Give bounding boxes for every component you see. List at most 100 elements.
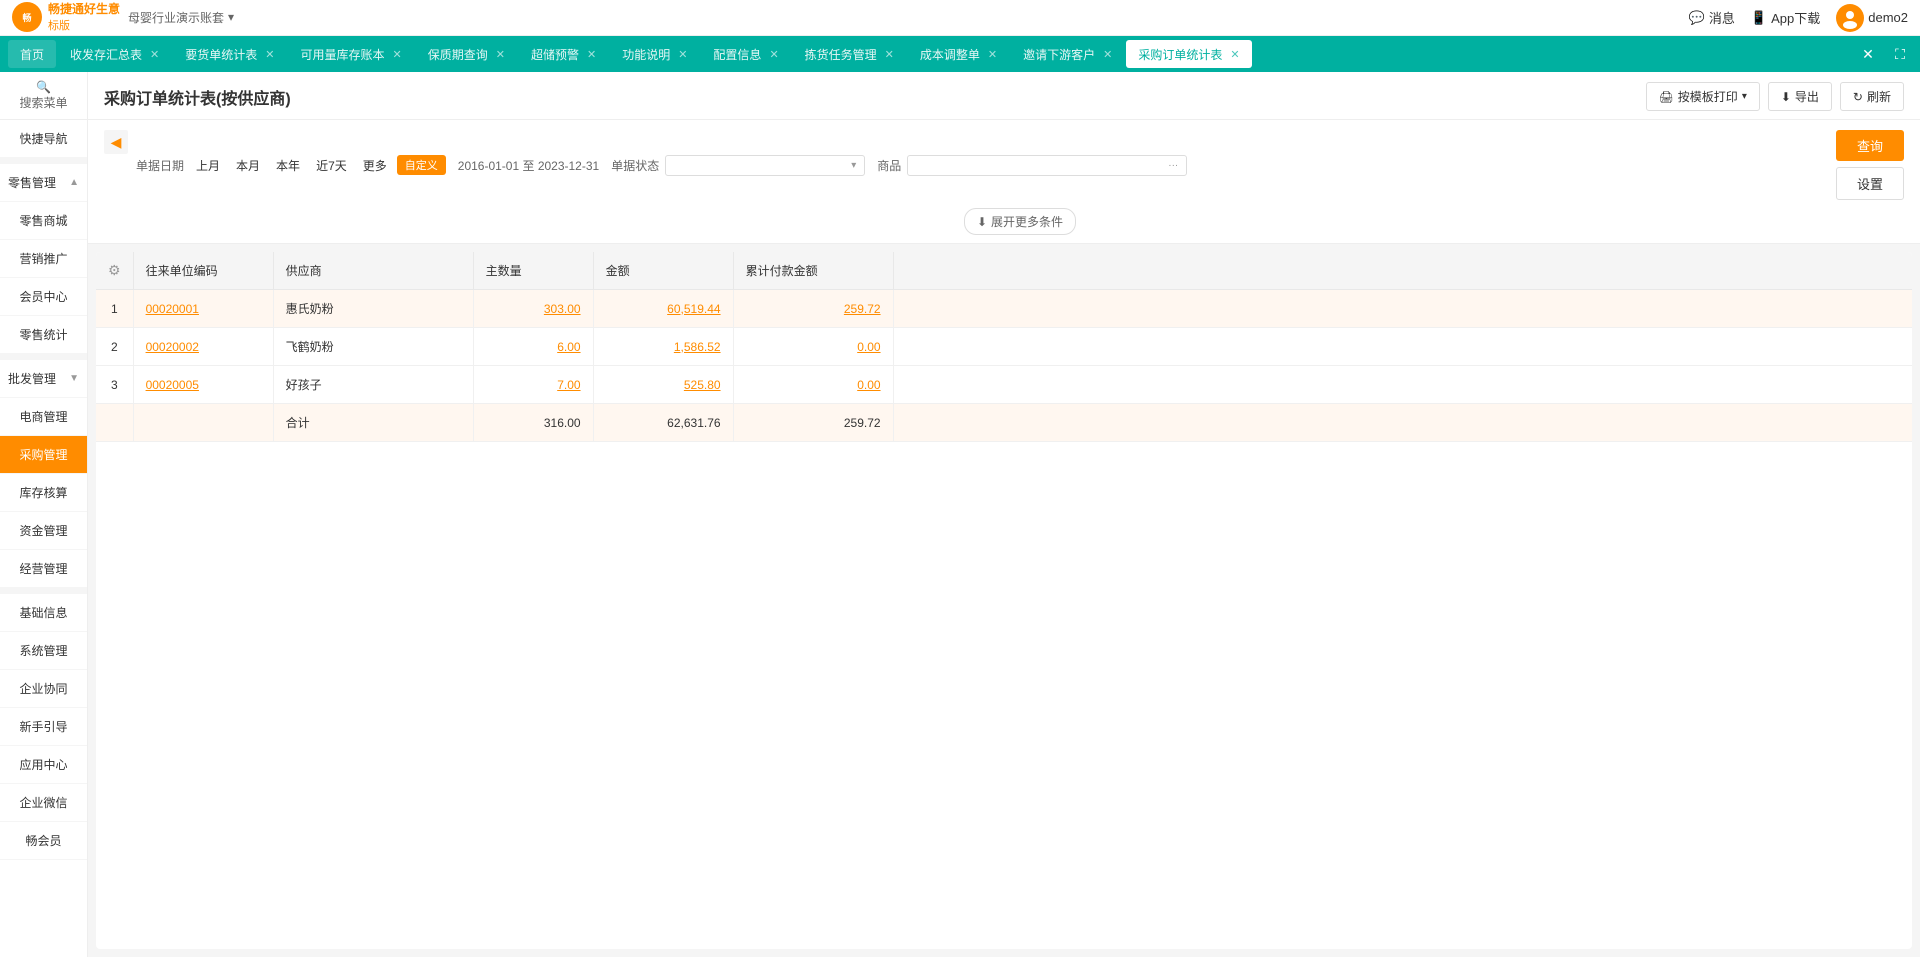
close-icon[interactable]: ✕ bbox=[885, 48, 894, 61]
paid-link[interactable]: 259.72 bbox=[844, 302, 881, 316]
tab-chaoyubaojing[interactable]: 超储预警 ✕ bbox=[519, 40, 608, 68]
close-icon[interactable]: ✕ bbox=[393, 48, 402, 61]
close-icon[interactable]: ✕ bbox=[769, 48, 778, 61]
workspace-select[interactable]: 母婴行业演示账套 ▾ bbox=[128, 9, 234, 26]
row-code: 00020001 bbox=[133, 290, 273, 328]
main-layout: 🔍 搜索菜单 快捷导航 零售管理 ▲ 零售商城 营销推广 会员中心 零售统计 批… bbox=[0, 72, 1920, 957]
export-button[interactable]: ⬇ 导出 bbox=[1768, 82, 1832, 111]
close-icon[interactable]: ✕ bbox=[988, 48, 997, 61]
sidebar-item-finance[interactable]: 资金管理 bbox=[0, 512, 87, 550]
expand-window-button[interactable]: ⛶ bbox=[1888, 42, 1912, 66]
code-link[interactable]: 00020002 bbox=[146, 340, 199, 354]
sidebar-item-retail-mgmt[interactable]: 零售管理 ▲ bbox=[0, 164, 87, 202]
tab-gongneng[interactable]: 功能说明 ✕ bbox=[610, 40, 699, 68]
tab-jianhuorenwu[interactable]: 拣货任务管理 ✕ bbox=[793, 40, 906, 68]
sidebar-item-retail-stats[interactable]: 零售统计 bbox=[0, 316, 87, 354]
close-icon[interactable]: ✕ bbox=[1103, 48, 1112, 61]
this-year-button[interactable]: 本年 bbox=[270, 155, 306, 176]
sidebar-item-label: 采购管理 bbox=[19, 446, 67, 463]
table-settings-icon[interactable]: ⚙ bbox=[108, 262, 121, 278]
amount-link[interactable]: 1,586.52 bbox=[674, 340, 721, 354]
code-link[interactable]: 00020005 bbox=[146, 378, 199, 392]
message-button[interactable]: 💬 消息 bbox=[1689, 8, 1735, 27]
footer-paid: 259.72 bbox=[733, 404, 893, 442]
filter-row-1: 单据日期 上月 本月 本年 近7天 更多 自定义 bbox=[136, 130, 1904, 200]
workspace-arrow-icon: ▾ bbox=[228, 10, 234, 24]
svg-text:畅: 畅 bbox=[22, 12, 31, 23]
close-icon[interactable]: ✕ bbox=[265, 48, 274, 61]
custom-date-badge[interactable]: 自定义 bbox=[397, 155, 446, 175]
tab-keyongliang[interactable]: 可用量库存账本 ✕ bbox=[288, 40, 413, 68]
tab-home[interactable]: 首页 bbox=[8, 40, 56, 68]
filter-fields: 单据日期 上月 本月 本年 近7天 更多 自定义 bbox=[136, 130, 1904, 235]
refresh-button[interactable]: ↻ 刷新 bbox=[1840, 82, 1904, 111]
qty-link[interactable]: 6.00 bbox=[557, 340, 580, 354]
sidebar-item-wechat[interactable]: 企业微信 bbox=[0, 784, 87, 822]
export-icon: ⬇ bbox=[1781, 90, 1791, 104]
footer-empty2 bbox=[133, 404, 273, 442]
nav-right-btns: ✕ ⛶ bbox=[1856, 42, 1912, 66]
sidebar-item-inventory[interactable]: 库存核算 bbox=[0, 474, 87, 512]
sidebar-item-newbie[interactable]: 新手引导 bbox=[0, 708, 87, 746]
sidebar-search[interactable]: 🔍 搜索菜单 bbox=[0, 72, 87, 120]
app-download-button[interactable]: 📱 App下载 bbox=[1751, 8, 1820, 27]
paid-link[interactable]: 0.00 bbox=[857, 378, 880, 392]
tab-yaoqing[interactable]: 邀请下游客户 ✕ bbox=[1011, 40, 1124, 68]
amount-link[interactable]: 525.80 bbox=[684, 378, 721, 392]
sidebar-item-marketing[interactable]: 营销推广 bbox=[0, 240, 87, 278]
table-row: 3 00020005 好孩子 7.00 525.80 bbox=[96, 366, 1912, 404]
close-icon[interactable]: ✕ bbox=[496, 48, 505, 61]
settings-button[interactable]: 设置 bbox=[1836, 167, 1904, 200]
tab-shoufacun[interactable]: 收发存汇总表 ✕ bbox=[58, 40, 171, 68]
tab-baozhi[interactable]: 保质期查询 ✕ bbox=[416, 40, 517, 68]
sidebar-item-vip[interactable]: 畅会员 bbox=[0, 822, 87, 860]
close-icon[interactable]: ✕ bbox=[150, 48, 159, 61]
amount-link[interactable]: 60,519.44 bbox=[667, 302, 720, 316]
table-footer: 合计 316.00 62,631.76 259.72 bbox=[96, 404, 1912, 442]
sidebar-item-wholesale[interactable]: 批发管理 ▼ bbox=[0, 360, 87, 398]
code-link[interactable]: 00020001 bbox=[146, 302, 199, 316]
content-area: 采购订单统计表(按供应商) 🖨 按模板打印 ▾ ⬇ 导出 ↻ 刷新 bbox=[88, 72, 1920, 957]
sidebar-item-system[interactable]: 系统管理 bbox=[0, 632, 87, 670]
last-7days-button[interactable]: 近7天 bbox=[310, 155, 353, 176]
tab-label: 要货单统计表 bbox=[185, 46, 257, 63]
sidebar-item-member[interactable]: 会员中心 bbox=[0, 278, 87, 316]
row-amount: 525.80 bbox=[593, 366, 733, 404]
top-bar-left: 畅 畅捷通好生意 标版 母婴行业演示账套 ▾ bbox=[12, 2, 234, 32]
sidebar-item-purchase[interactable]: 采购管理 bbox=[0, 436, 87, 474]
sidebar-item-retail-shop[interactable]: 零售商城 bbox=[0, 202, 87, 240]
footer-label: 合计 bbox=[273, 404, 473, 442]
sidebar-item-operations[interactable]: 经营管理 bbox=[0, 550, 87, 588]
status-select[interactable]: ▾ bbox=[665, 155, 865, 176]
expand-more-button[interactable]: ⬇ 展开更多条件 bbox=[964, 208, 1076, 235]
user-menu[interactable]: demo2 bbox=[1836, 4, 1908, 32]
tab-peizhi[interactable]: 配置信息 ✕ bbox=[701, 40, 790, 68]
goods-input[interactable]: ··· bbox=[907, 155, 1187, 176]
qty-link[interactable]: 303.00 bbox=[544, 302, 581, 316]
tab-chengben[interactable]: 成本调整单 ✕ bbox=[908, 40, 1009, 68]
print-icon: 🖨 bbox=[1659, 90, 1674, 104]
tab-yaohuodan[interactable]: 要货单统计表 ✕ bbox=[173, 40, 286, 68]
close-icon[interactable]: ✕ bbox=[587, 48, 596, 61]
sidebar-item-app-center[interactable]: 应用中心 bbox=[0, 746, 87, 784]
sidebar: 🔍 搜索菜单 快捷导航 零售管理 ▲ 零售商城 营销推广 会员中心 零售统计 批… bbox=[0, 72, 88, 957]
close-window-button[interactable]: ✕ bbox=[1856, 42, 1880, 66]
tab-caigou-active[interactable]: 采购订单统计表 ✕ bbox=[1126, 40, 1251, 68]
close-icon[interactable]: ✕ bbox=[678, 48, 687, 61]
print-button[interactable]: 🖨 按模板打印 ▾ bbox=[1646, 82, 1760, 111]
collapse-filter-button[interactable]: ◀ bbox=[104, 130, 128, 154]
query-button[interactable]: 查询 bbox=[1836, 130, 1904, 161]
sidebar-item-quick-nav[interactable]: 快捷导航 bbox=[0, 120, 87, 158]
paid-link[interactable]: 0.00 bbox=[857, 340, 880, 354]
sidebar-item-basics[interactable]: 基础信息 bbox=[0, 594, 87, 632]
status-label: 单据状态 bbox=[611, 157, 659, 174]
this-month-button[interactable]: 本月 bbox=[230, 155, 266, 176]
nav-tabs: 首页 收发存汇总表 ✕ 要货单统计表 ✕ 可用量库存账本 ✕ 保质期查询 ✕ 超… bbox=[0, 36, 1920, 72]
last-month-button[interactable]: 上月 bbox=[190, 155, 226, 176]
more-dates-button[interactable]: 更多 bbox=[357, 155, 393, 176]
sidebar-item-ecommerce[interactable]: 电商管理 bbox=[0, 398, 87, 436]
close-icon[interactable]: ✕ bbox=[1230, 48, 1239, 61]
date-range-display: 2016-01-01 至 2023-12-31 bbox=[458, 157, 599, 174]
qty-link[interactable]: 7.00 bbox=[557, 378, 580, 392]
sidebar-item-enterprise[interactable]: 企业协同 bbox=[0, 670, 87, 708]
